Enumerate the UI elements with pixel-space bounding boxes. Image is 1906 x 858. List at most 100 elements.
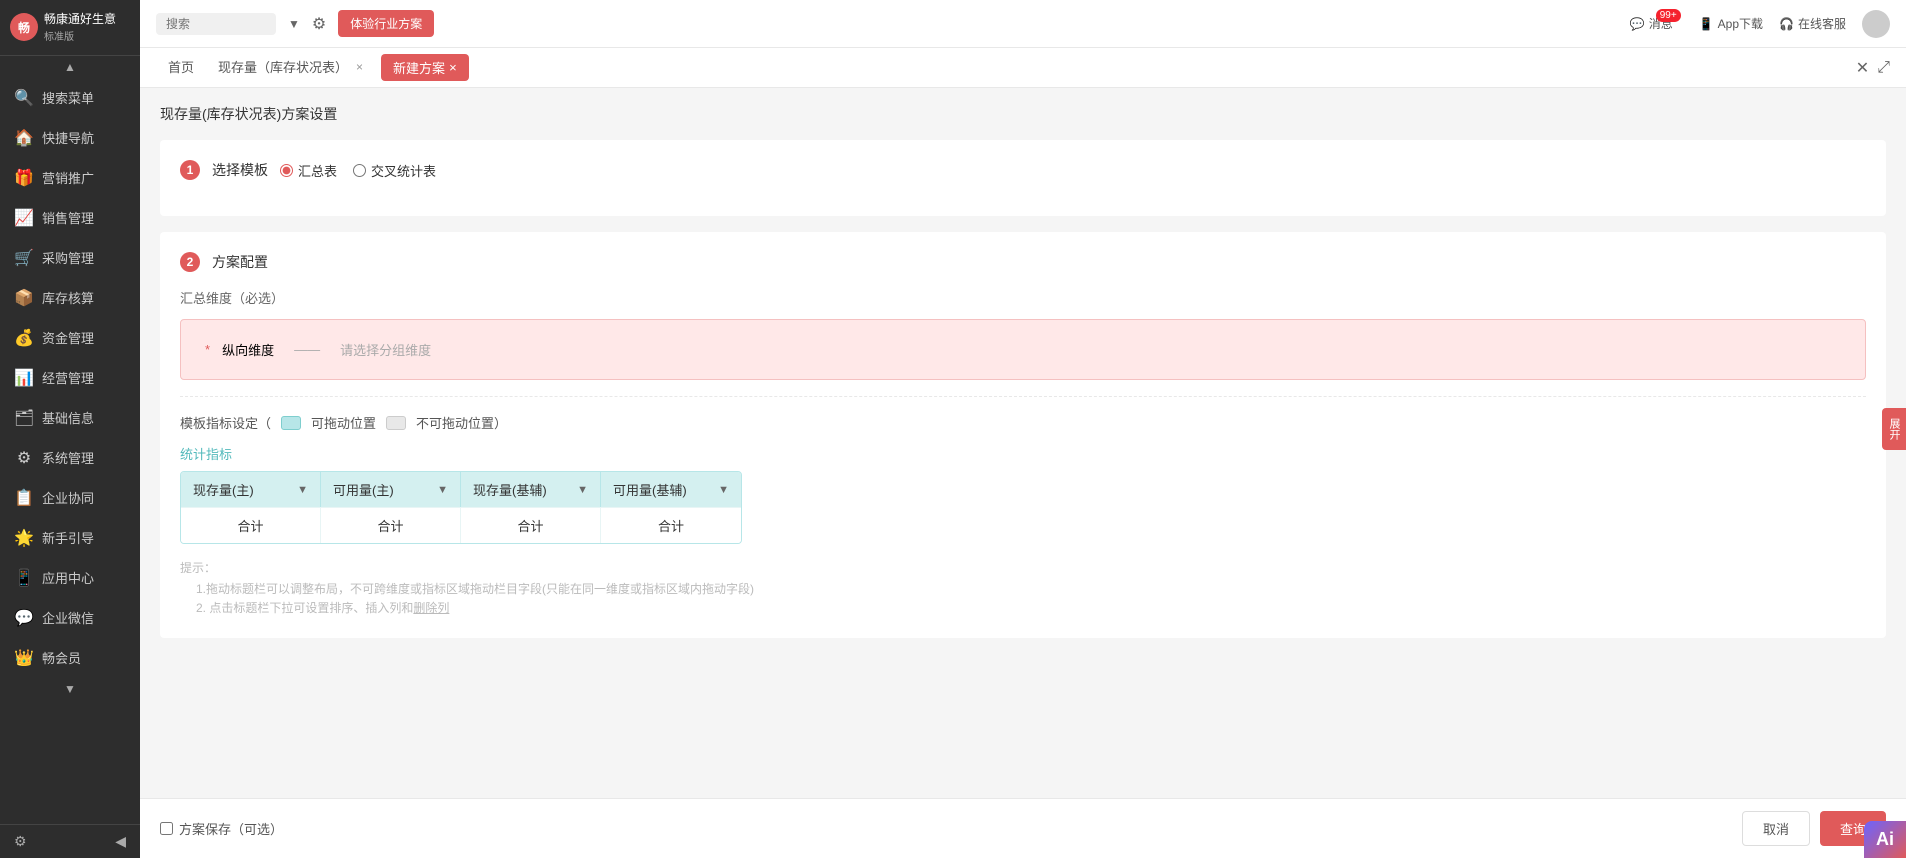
- sidebar-item-member[interactable]: 👑 畅会员: [0, 638, 140, 678]
- topbar-search-input[interactable]: [156, 13, 276, 35]
- col-body-3: 合计: [601, 508, 741, 543]
- message-icon: 💬: [1630, 17, 1645, 31]
- col-header-1[interactable]: 可用量(主) ▼: [321, 472, 461, 507]
- sidebar-item-newbie[interactable]: 🌟 新手引导: [0, 518, 140, 558]
- radio-summary-label: 汇总表: [298, 161, 337, 180]
- save-checkbox-label[interactable]: 方案保存（可选）: [160, 819, 283, 838]
- hint-item-1: 1.拖动标题栏可以调整布局，不可跨维度或指标区域拖动栏目字段(只能在同一维度或指…: [180, 580, 1866, 597]
- tabs-close-all[interactable]: ✕: [1856, 58, 1869, 78]
- service-label: 在线客服: [1798, 15, 1846, 32]
- user-avatar[interactable]: [1862, 10, 1890, 38]
- sidebar-item-sales[interactable]: 📈 销售管理: [0, 198, 140, 238]
- sidebar-item-label-system: 系统管理: [42, 448, 94, 467]
- dropdown-button[interactable]: ▼: [288, 17, 300, 31]
- search-icon: 🔍: [14, 88, 34, 108]
- topbar: ▼ ⚙ 体验行业方案 💬 消息 99+ 📱 App下载 🎧 在线客服: [140, 0, 1906, 48]
- hint-section: 提示： 1.拖动标题栏可以调整布局，不可跨维度或指标区域拖动栏目字段(只能在同一…: [180, 559, 1866, 616]
- col-body-2: 合计: [461, 508, 601, 543]
- sidebar-item-basic[interactable]: 🗂 基础信息: [0, 398, 140, 438]
- col-header-2[interactable]: 现存量(基辅) ▼: [461, 472, 601, 507]
- vertical-dim-field: * 纵向维度 —— 请选择分组维度: [205, 340, 1841, 359]
- info-icon: 🗂: [14, 408, 34, 428]
- message-button[interactable]: 💬 消息 99+: [1630, 15, 1673, 32]
- sidebar-scroll-up[interactable]: ▲: [0, 56, 140, 78]
- money-icon: 💰: [14, 328, 34, 348]
- col-header-3-chevron: ▼: [718, 484, 729, 496]
- sidebar-item-enterprise[interactable]: 📋 企业协同: [0, 478, 140, 518]
- collapse-btn[interactable]: ◀: [115, 833, 126, 850]
- box-icon: 📦: [14, 288, 34, 308]
- trial-button[interactable]: 体验行业方案: [338, 10, 434, 37]
- radio-cross[interactable]: 交叉统计表: [353, 161, 436, 180]
- radio-summary[interactable]: 汇总表: [280, 161, 337, 180]
- divider: [180, 396, 1866, 397]
- sidebar-item-label-basic: 基础信息: [42, 408, 94, 427]
- sidebar-item-label-purchase: 采购管理: [42, 248, 94, 267]
- crown-icon: 👑: [14, 648, 34, 668]
- settings-btn[interactable]: ⚙: [14, 833, 27, 850]
- sidebar-item-operations[interactable]: 📊 经营管理: [0, 358, 140, 398]
- col-header-3[interactable]: 可用量(基辅) ▼: [601, 472, 741, 507]
- sidebar-item-label-operations: 经营管理: [42, 368, 94, 387]
- tab-home-label: 首页: [168, 57, 194, 76]
- app-label: App下载: [1718, 15, 1763, 32]
- col-header-3-label: 可用量(基辅): [613, 480, 687, 499]
- radio-cross-label: 交叉统计表: [371, 161, 436, 180]
- tab-inventory-close[interactable]: ×: [354, 60, 365, 74]
- tabs-expand[interactable]: ⤢: [1877, 58, 1890, 78]
- stats-table-header: 现存量(主) ▼ 可用量(主) ▼ 现存量(基辅) ▼ 可用量(基辅): [181, 472, 741, 507]
- app-download-button[interactable]: 📱 App下载: [1699, 15, 1763, 32]
- sidebar-item-system[interactable]: ⚙ 系统管理: [0, 438, 140, 478]
- headset-icon: 🎧: [1779, 17, 1794, 31]
- hint-title: 提示：: [180, 559, 1866, 576]
- enterprise-icon: 📋: [14, 488, 34, 508]
- step2-card: 2 方案配置 汇总维度（必选） * 纵向维度 —— 请选择分组维度 模板指标设定…: [160, 232, 1886, 638]
- sidebar-item-label-enterprise: 企业协同: [42, 488, 94, 507]
- stats-table: 现存量(主) ▼ 可用量(主) ▼ 现存量(基辅) ▼ 可用量(基辅): [180, 471, 742, 544]
- step2-row: 2 方案配置: [180, 252, 1866, 272]
- message-badge: 99+: [1656, 9, 1681, 22]
- cancel-button[interactable]: 取消: [1742, 811, 1810, 846]
- col-header-0-label: 现存量(主): [193, 480, 254, 499]
- bottom-bar: 方案保存（可选） 取消 查询: [140, 798, 1906, 858]
- main-container: ▼ ⚙ 体验行业方案 💬 消息 99+ 📱 App下载 🎧 在线客服 首页: [140, 0, 1906, 858]
- not-draggable-indicator-box: [386, 416, 406, 430]
- sidebar-item-marketing[interactable]: 🎁 营销推广: [0, 158, 140, 198]
- sidebar-scroll-down[interactable]: ▼: [0, 678, 140, 700]
- tab-inventory[interactable]: 现存量（库存状况表） ×: [206, 48, 377, 88]
- save-label: 方案保存（可选）: [179, 819, 283, 838]
- sidebar-item-label-quicknav: 快捷导航: [42, 128, 94, 147]
- page-title: 现存量(库存状况表)方案设置: [160, 104, 1886, 124]
- sidebar-item-quicknav[interactable]: 🏠 快捷导航: [0, 118, 140, 158]
- tab-new-label: 新建方案: [393, 58, 445, 77]
- required-star: *: [205, 342, 210, 357]
- col-header-1-chevron: ▼: [437, 484, 448, 496]
- online-service-button[interactable]: 🎧 在线客服: [1779, 15, 1846, 32]
- summary-dim-subtitle: 汇总维度（必选）: [180, 288, 1866, 307]
- step2-label: 方案配置: [212, 252, 268, 272]
- dim-placeholder[interactable]: 请选择分组维度: [340, 340, 431, 359]
- save-checkbox[interactable]: [160, 822, 173, 835]
- cart-icon: 🛒: [14, 248, 34, 268]
- tab-home[interactable]: 首页: [156, 48, 206, 88]
- hint-item-2: 2. 点击标题栏下拉可设置排序、插入列和删除列: [180, 599, 1866, 616]
- app-icon: 📱: [1699, 17, 1714, 31]
- vertical-dim-label: 纵向维度: [222, 340, 274, 359]
- sidebar-item-inventory[interactable]: 📦 库存核算: [0, 278, 140, 318]
- col-body-1: 合计: [321, 508, 461, 543]
- sidebar-item-apps[interactable]: 📱 应用中心: [0, 558, 140, 598]
- tab-new-scheme[interactable]: 新建方案 ×: [381, 54, 469, 81]
- stats-table-body-row: 合计 合计 合计 合计: [181, 507, 741, 543]
- sidebar-item-wechat[interactable]: 💬 企业微信: [0, 598, 140, 638]
- col-header-0[interactable]: 现存量(主) ▼: [181, 472, 321, 507]
- right-panel-hint[interactable]: 展开: [1882, 408, 1906, 450]
- tabs-bar: 首页 现存量（库存状况表） × 新建方案 × ✕ ⤢: [140, 48, 1906, 88]
- chart-icon: 📈: [14, 208, 34, 228]
- sidebar-item-search[interactable]: 🔍 搜索菜单: [0, 78, 140, 118]
- ai-badge[interactable]: Ai: [1864, 821, 1906, 858]
- sidebar-item-purchase[interactable]: 🛒 采购管理: [0, 238, 140, 278]
- topbar-gear-button[interactable]: ⚙: [312, 14, 326, 34]
- sidebar-item-label-newbie: 新手引导: [42, 528, 94, 547]
- sidebar-item-finance[interactable]: 💰 资金管理: [0, 318, 140, 358]
- delete-col-link[interactable]: 删除列: [413, 601, 449, 615]
